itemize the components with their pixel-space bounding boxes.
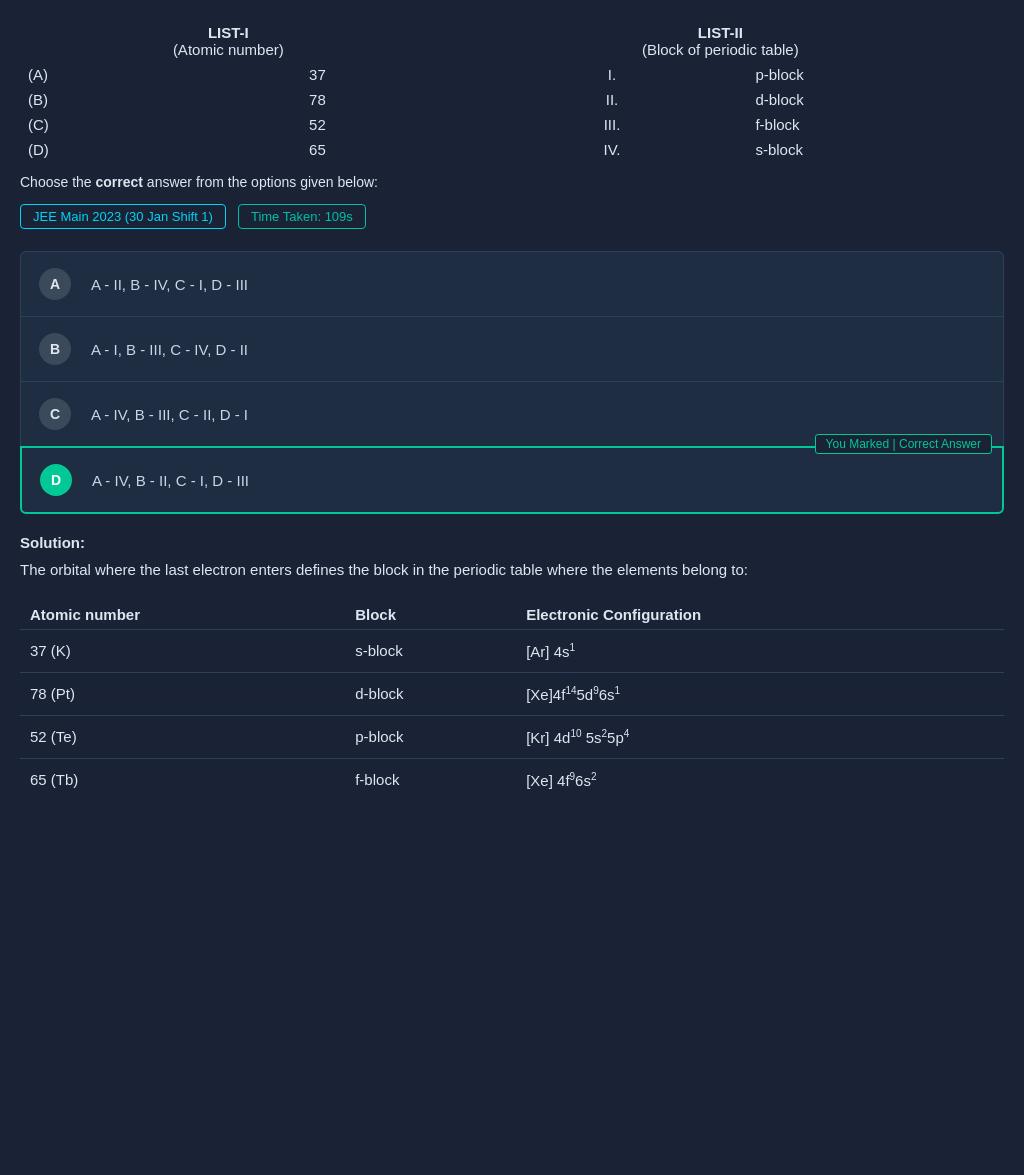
sol-config: [Xe] 4f96s2 [516,758,1004,801]
sol-config: [Ar] 4s1 [516,629,1004,672]
sol-atomic: 52 (Te) [20,715,345,758]
exam-tag: JEE Main 2023 (30 Jan Shift 1) [20,204,226,229]
solution-section: Solution: The orbital where the last ele… [20,534,1004,801]
option-text-C: A - IV, B - III, C - II, D - I [91,406,248,423]
list2-header: LIST-II [698,24,743,41]
row-key: (A) [20,62,146,87]
sol-config: [Xe]4f145d96s1 [516,672,1004,715]
sol-atomic: 65 (Tb) [20,758,345,801]
solution-description: The orbital where the last electron ente… [20,559,1004,582]
option-badge-C: C [39,398,71,430]
solution-heading: Solution: [20,534,1004,551]
row-numeral: I. [437,62,736,87]
col-block: Block [345,600,516,630]
solution-table: Atomic number Block Electronic Configura… [20,600,1004,801]
row-value1: 65 [146,137,436,162]
question-list-table: LIST-I (Atomic number) LIST-II (Block of… [20,20,1004,162]
solution-row: 52 (Te) p-block [Kr] 4d10 5s25p4 [20,715,1004,758]
tags-row: JEE Main 2023 (30 Jan Shift 1) Time Take… [20,204,1004,229]
option-text-D: A - IV, B - II, C - I, D - III [92,472,249,489]
col-atomic: Atomic number [20,600,345,630]
list-row: (A) 37 I. p-block [20,62,1004,87]
list1-subheader: (Atomic number) [173,41,284,58]
list-row: (C) 52 III. f-block [20,112,1004,137]
option-text-A: A - II, B - IV, C - I, D - III [91,276,248,293]
row-key: (B) [20,87,146,112]
solution-row: 65 (Tb) f-block [Xe] 4f96s2 [20,758,1004,801]
option-badge-D: D [40,464,72,496]
list-row: (D) 65 IV. s-block [20,137,1004,162]
option-badge-B: B [39,333,71,365]
option-text-B: A - I, B - III, C - IV, D - II [91,341,248,358]
sol-block: p-block [345,715,516,758]
sol-block: f-block [345,758,516,801]
row-value1: 78 [146,87,436,112]
row-value2: d-block [735,87,1004,112]
option-item[interactable]: B A - I, B - III, C - IV, D - II [20,316,1004,381]
instruction-text: Choose the correct answer from the optio… [20,174,1004,190]
options-list: A A - II, B - IV, C - I, D - III B A - I… [20,251,1004,514]
option-badge-A: A [39,268,71,300]
you-marked-label: You Marked | Correct Answer [815,434,992,454]
row-value1: 52 [146,112,436,137]
list1-header: LIST-I [208,24,249,41]
sol-atomic: 37 (K) [20,629,345,672]
sol-block: d-block [345,672,516,715]
sol-atomic: 78 (Pt) [20,672,345,715]
list2-subheader: (Block of periodic table) [642,41,799,58]
row-numeral: II. [437,87,736,112]
row-numeral: III. [437,112,736,137]
solution-row: 78 (Pt) d-block [Xe]4f145d96s1 [20,672,1004,715]
list-row: (B) 78 II. d-block [20,87,1004,112]
row-numeral: IV. [437,137,736,162]
row-value1: 37 [146,62,436,87]
sol-block: s-block [345,629,516,672]
col-config: Electronic Configuration [516,600,1004,630]
solution-row: 37 (K) s-block [Ar] 4s1 [20,629,1004,672]
row-value2: f-block [735,112,1004,137]
time-tag: Time Taken: 109s [238,204,366,229]
option-item[interactable]: A A - II, B - IV, C - I, D - III [20,251,1004,316]
sol-config: [Kr] 4d10 5s25p4 [516,715,1004,758]
row-value2: s-block [735,137,1004,162]
row-key: (D) [20,137,146,162]
row-value2: p-block [735,62,1004,87]
option-item[interactable]: You Marked | Correct Answer D A - IV, B … [20,446,1004,514]
row-key: (C) [20,112,146,137]
